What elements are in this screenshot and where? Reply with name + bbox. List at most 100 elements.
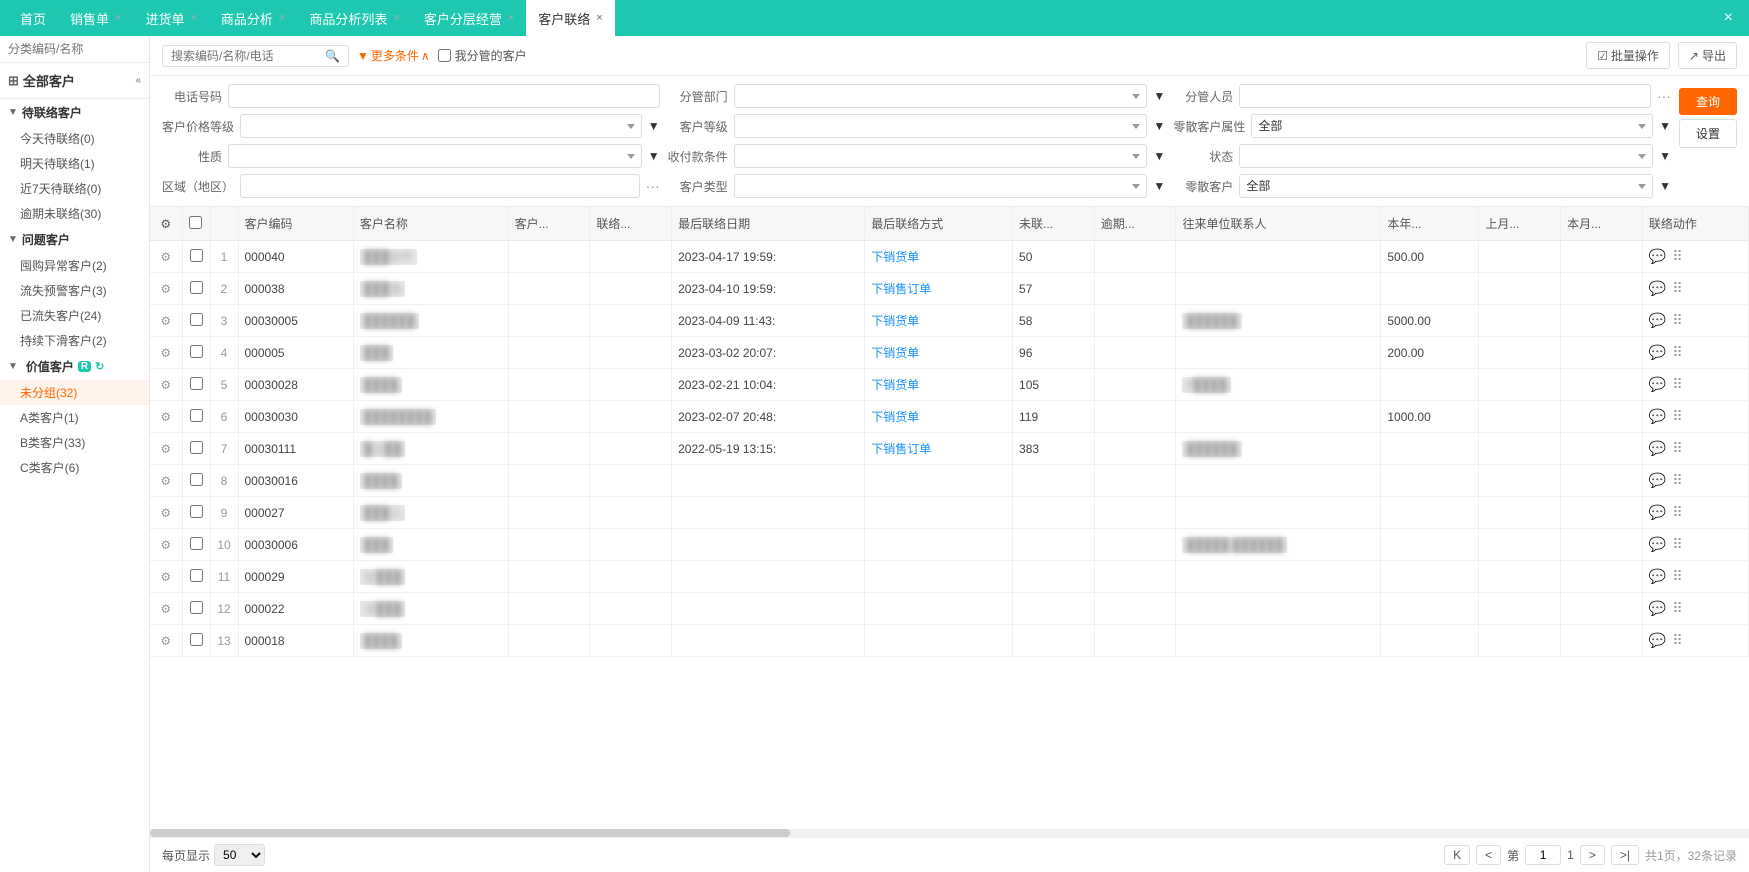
- row-checkbox[interactable]: [190, 281, 203, 294]
- close-window-icon[interactable]: ×: [1716, 9, 1741, 27]
- close-tab-product-list[interactable]: ×: [393, 12, 399, 24]
- last-method-link[interactable]: 下销货单: [871, 250, 919, 264]
- chat-icon[interactable]: 💬: [1649, 344, 1666, 361]
- chat-icon[interactable]: 💬: [1649, 504, 1666, 521]
- my-customers-filter[interactable]: 我分管的客户: [438, 47, 527, 64]
- scatter-attr-select[interactable]: 全部: [1251, 114, 1653, 138]
- manager-input[interactable]: [1239, 84, 1651, 108]
- scatter-customer-select[interactable]: 全部: [1239, 174, 1653, 198]
- status-select[interactable]: [1239, 144, 1653, 168]
- sidebar-item-c-class[interactable]: C类客户(6): [0, 455, 149, 480]
- last-method-link[interactable]: 下销售订单: [871, 282, 931, 296]
- row-settings[interactable]: ⚙: [150, 497, 182, 529]
- row-checkbox[interactable]: [190, 249, 203, 262]
- grid-action-icon[interactable]: ⠿: [1672, 312, 1682, 329]
- last-method-link[interactable]: 下销货单: [871, 410, 919, 424]
- grid-action-icon[interactable]: ⠿: [1672, 504, 1682, 521]
- more-conditions[interactable]: ▼ 更多条件 ∧: [357, 47, 430, 64]
- row-settings[interactable]: ⚙: [150, 593, 182, 625]
- close-tab-contact[interactable]: ×: [596, 12, 602, 24]
- home-tab[interactable]: 首页: [8, 9, 58, 28]
- row-checkbox[interactable]: [190, 537, 203, 550]
- row-checkbox[interactable]: [190, 345, 203, 358]
- row-checkbox[interactable]: [190, 377, 203, 390]
- chat-icon[interactable]: 💬: [1649, 408, 1666, 425]
- tab-customer-segmentation[interactable]: 客户分层经营 ×: [412, 0, 526, 36]
- tab-purchase-order[interactable]: 进货单 ×: [133, 0, 208, 36]
- tab-customer-contact[interactable]: 客户联络 ×: [526, 0, 614, 36]
- price-level-select[interactable]: [240, 114, 642, 138]
- sidebar-item-churn-warning[interactable]: 流失预警客户(3): [0, 278, 149, 303]
- close-tab-sales-order[interactable]: ×: [115, 12, 121, 24]
- section-pending-title[interactable]: ▼ 待联络客户: [0, 99, 149, 126]
- sidebar-item-overdue[interactable]: 逾期未联络(30): [0, 201, 149, 226]
- last-method-link[interactable]: 下销货单: [871, 314, 919, 328]
- section-problem-title[interactable]: ▼ 问题客户: [0, 226, 149, 253]
- grid-action-icon[interactable]: ⠿: [1672, 248, 1682, 265]
- settings-col-header[interactable]: ⚙: [150, 207, 182, 241]
- sidebar-item-churned[interactable]: 已流失客户(24): [0, 303, 149, 328]
- all-customers-item[interactable]: ⊞ 全部客户 «: [0, 63, 149, 99]
- row-settings[interactable]: ⚙: [150, 369, 182, 401]
- sidebar-item-declining[interactable]: 持续下滑客户(2): [0, 328, 149, 353]
- first-page-button[interactable]: K: [1444, 845, 1470, 865]
- row-settings[interactable]: ⚙: [150, 433, 182, 465]
- sidebar-item-today[interactable]: 今天待联络(0): [0, 126, 149, 151]
- phone-input[interactable]: [228, 84, 660, 108]
- region-dots[interactable]: ···: [646, 178, 660, 194]
- grid-action-icon[interactable]: ⠿: [1672, 472, 1682, 489]
- row-settings[interactable]: ⚙: [150, 465, 182, 497]
- row-checkbox[interactable]: [190, 505, 203, 518]
- row-checkbox[interactable]: [190, 601, 203, 614]
- prev-page-button[interactable]: <: [1476, 845, 1501, 865]
- grid-action-icon[interactable]: ⠿: [1672, 280, 1682, 297]
- grid-action-icon[interactable]: ⠿: [1672, 408, 1682, 425]
- horizontal-scrollbar[interactable]: [150, 829, 1749, 837]
- sidebar-item-b-class[interactable]: B类客户(33): [0, 430, 149, 455]
- grid-action-icon[interactable]: ⠿: [1672, 600, 1682, 617]
- export-button[interactable]: ↗ 导出: [1678, 42, 1737, 69]
- row-checkbox[interactable]: [190, 473, 203, 486]
- row-settings[interactable]: ⚙: [150, 561, 182, 593]
- chat-icon[interactable]: 💬: [1649, 536, 1666, 553]
- chat-icon[interactable]: 💬: [1649, 632, 1666, 649]
- chat-icon[interactable]: 💬: [1649, 280, 1666, 297]
- tab-product-analysis-list[interactable]: 商品分析列表 ×: [297, 0, 411, 36]
- close-tab-purchase[interactable]: ×: [190, 12, 196, 24]
- scroll-thumb[interactable]: [150, 829, 790, 837]
- per-page-select[interactable]: 50 100 200: [214, 844, 265, 866]
- payment-select[interactable]: [734, 144, 1148, 168]
- chat-icon[interactable]: 💬: [1649, 312, 1666, 329]
- row-settings[interactable]: ⚙: [150, 305, 182, 337]
- sidebar-item-abnormal[interactable]: 囤购异常客户(2): [0, 253, 149, 278]
- grid-action-icon[interactable]: ⠿: [1672, 440, 1682, 457]
- sidebar-item-7days[interactable]: 近7天待联络(0): [0, 176, 149, 201]
- next-page-button[interactable]: >: [1580, 845, 1605, 865]
- chat-icon[interactable]: 💬: [1649, 472, 1666, 489]
- row-settings[interactable]: ⚙: [150, 273, 182, 305]
- grid-action-icon[interactable]: ⠿: [1672, 376, 1682, 393]
- last-page-button[interactable]: >|: [1611, 845, 1639, 865]
- manager-dots[interactable]: ···: [1657, 88, 1671, 104]
- section-value-title[interactable]: ▼ 价值客户 R ↻: [0, 353, 149, 380]
- tab-sales-order[interactable]: 销售单 ×: [58, 0, 133, 36]
- row-settings[interactable]: ⚙: [150, 625, 182, 657]
- query-button[interactable]: 查询: [1679, 88, 1737, 115]
- row-checkbox[interactable]: [190, 569, 203, 582]
- grid-action-icon[interactable]: ⠿: [1672, 536, 1682, 553]
- chat-icon[interactable]: 💬: [1649, 568, 1666, 585]
- my-customers-checkbox[interactable]: [438, 49, 451, 62]
- batch-operation-button[interactable]: ☑ 批量操作: [1586, 42, 1670, 69]
- chat-icon[interactable]: 💬: [1649, 248, 1666, 265]
- grid-action-icon[interactable]: ⠿: [1672, 632, 1682, 649]
- row-settings[interactable]: ⚙: [150, 529, 182, 561]
- chat-icon[interactable]: 💬: [1649, 440, 1666, 457]
- row-checkbox[interactable]: [190, 441, 203, 454]
- row-checkbox[interactable]: [190, 633, 203, 646]
- close-tab-product-analysis[interactable]: ×: [279, 12, 285, 24]
- sidebar-search-input[interactable]: [8, 42, 150, 56]
- sidebar-item-tomorrow[interactable]: 明天待联络(1): [0, 151, 149, 176]
- last-method-link[interactable]: 下销货单: [871, 378, 919, 392]
- reset-button[interactable]: 设置: [1679, 119, 1737, 148]
- close-tab-segmentation[interactable]: ×: [508, 12, 514, 24]
